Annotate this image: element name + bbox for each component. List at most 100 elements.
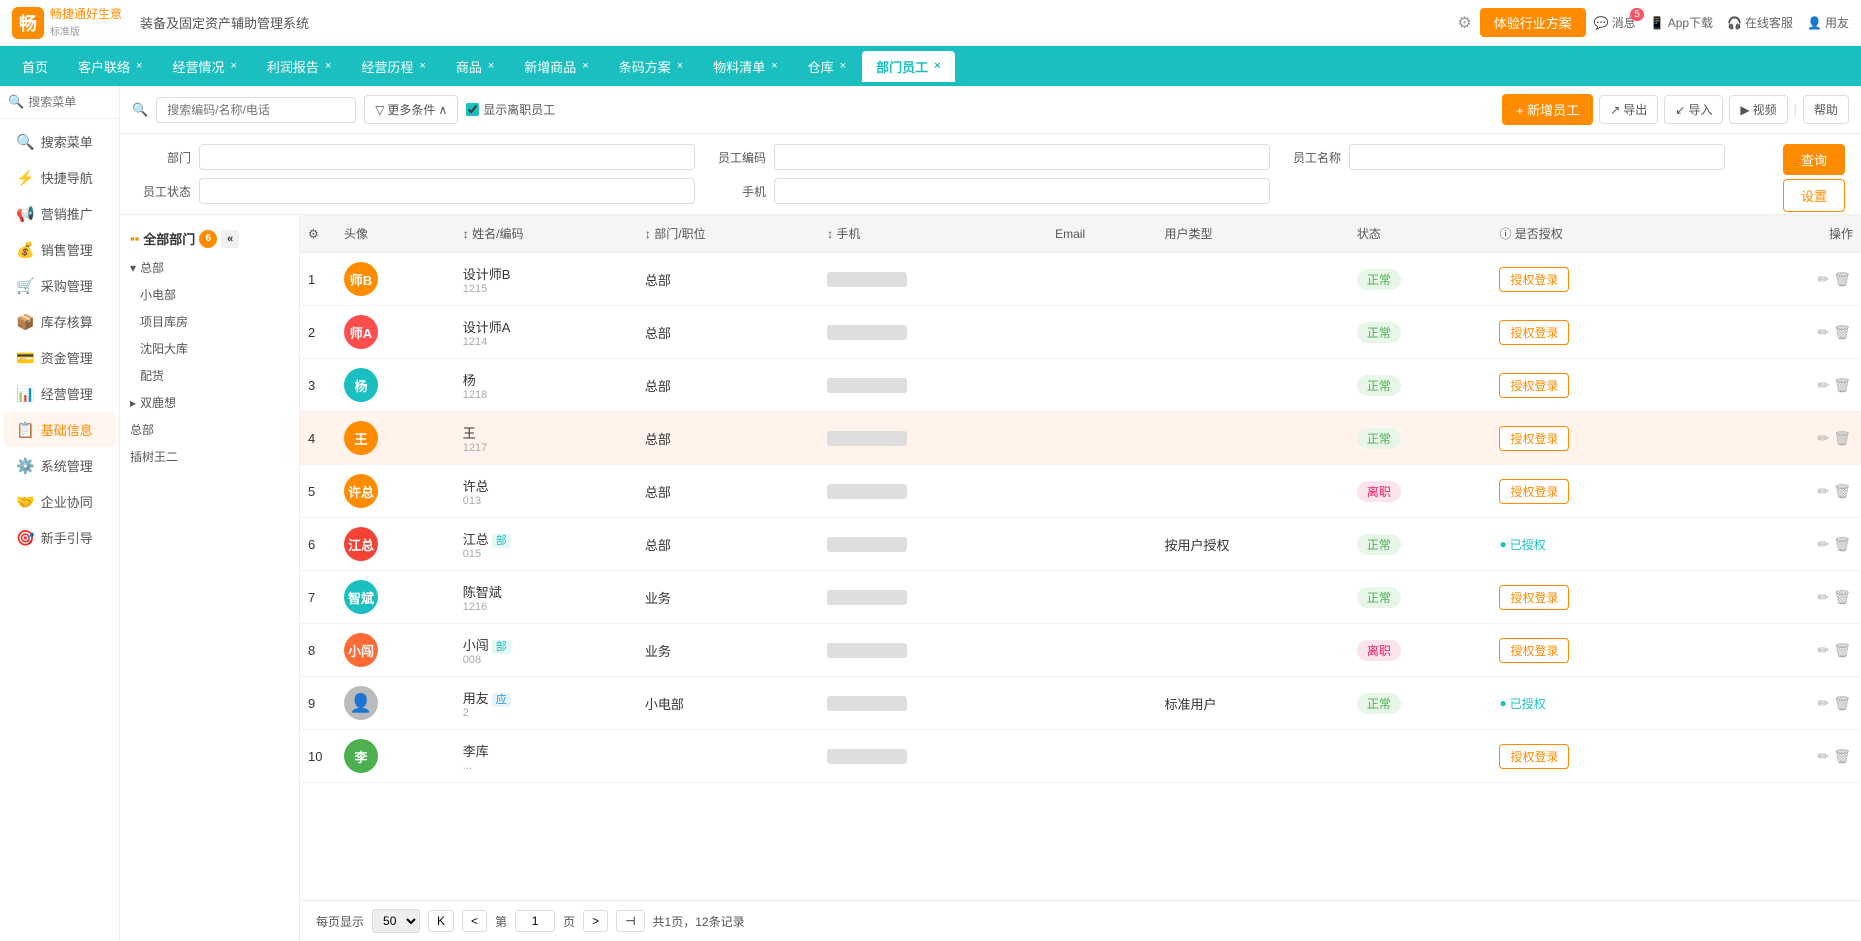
auth-login-button[interactable]: 授权登录 — [1499, 479, 1569, 504]
nav-tab-经营情况[interactable]: 经营情况 × — [158, 51, 250, 82]
edit-icon[interactable]: ✏ — [1817, 324, 1829, 340]
edit-icon[interactable]: ✏ — [1817, 377, 1829, 393]
dept-child-xiaodian[interactable]: 小电部 — [120, 281, 299, 308]
delete-icon[interactable]: 🗑 — [1833, 748, 1851, 764]
app-download-btn[interactable]: 📱 App下载 — [1650, 14, 1713, 31]
nav-tab-部门员工[interactable]: 部门员工 × — [862, 51, 954, 82]
close-tab-icon[interactable]: × — [840, 60, 846, 72]
next-page-btn[interactable]: > — [583, 910, 608, 932]
edit-icon[interactable]: ✏ — [1817, 642, 1829, 658]
close-tab-icon[interactable]: × — [934, 60, 940, 72]
dept-group-zongbu[interactable]: 总部 — [120, 416, 299, 443]
dept-all-btn[interactable]: 6 — [199, 230, 217, 248]
show-resigned-checkbox[interactable]: 显示离职员工 — [466, 101, 555, 118]
nav-tab-仓库[interactable]: 仓库 × — [794, 51, 860, 82]
close-tab-icon[interactable]: × — [582, 60, 588, 72]
auth-login-button[interactable]: 授权登录 — [1499, 267, 1569, 292]
prev-page-btn[interactable]: < — [462, 910, 487, 932]
nav-tab-物料清单[interactable]: 物料清单 × — [699, 51, 791, 82]
nav-tab-新增商品[interactable]: 新增商品 × — [510, 51, 602, 82]
view-button[interactable]: ▶ 视频 — [1729, 95, 1787, 124]
auth-login-button[interactable]: 授权登录 — [1499, 638, 1569, 663]
close-tab-icon[interactable]: × — [230, 60, 236, 72]
sidebar-item-资金管理[interactable]: 💳资金管理 — [4, 340, 115, 375]
dept-group-main[interactable]: ▾ 总部 — [120, 254, 299, 281]
close-tab-icon[interactable]: × — [136, 60, 142, 72]
add-employee-button[interactable]: + 新增员工 — [1502, 94, 1593, 125]
user-btn[interactable]: 👤 用友 — [1807, 14, 1849, 31]
sidebar-item-销售管理[interactable]: 💰销售管理 — [4, 232, 115, 267]
nav-tab-首页[interactable]: 首页 — [8, 51, 62, 82]
delete-icon[interactable]: 🗑 — [1833, 377, 1851, 393]
nav-tab-商品[interactable]: 商品 × — [442, 51, 508, 82]
edit-icon[interactable]: ✏ — [1817, 271, 1829, 287]
search-input[interactable] — [156, 97, 356, 123]
more-conditions-btn[interactable]: ▽ 更多条件 ∧ — [364, 95, 458, 124]
help-button[interactable]: 帮助 — [1803, 95, 1849, 124]
auth-login-button[interactable]: 授权登录 — [1499, 373, 1569, 398]
close-tab-icon[interactable]: × — [771, 60, 777, 72]
edit-icon[interactable]: ✏ — [1817, 430, 1829, 446]
dept-group-chashuwang[interactable]: 插树王二 — [120, 443, 299, 470]
auth-login-button[interactable]: 授权登录 — [1499, 744, 1569, 769]
delete-icon[interactable]: 🗑 — [1833, 324, 1851, 340]
sidebar-item-快捷导航[interactable]: ⚡快捷导航 — [4, 160, 115, 195]
auth-login-button[interactable]: 授权登录 — [1499, 320, 1569, 345]
sidebar-item-企业协同[interactable]: 🤝企业协同 — [4, 484, 115, 519]
trial-button[interactable]: 体验行业方案 — [1480, 8, 1586, 37]
nav-tab-客户联络[interactable]: 客户联络 × — [64, 51, 156, 82]
emp-name-input[interactable] — [1349, 144, 1725, 170]
sidebar-item-采购管理[interactable]: 🛒采购管理 — [4, 268, 115, 303]
sidebar-item-营销推广[interactable]: 📢营销推广 — [4, 196, 115, 231]
col-settings[interactable]: ⚙ — [300, 215, 336, 253]
emp-status-select[interactable] — [199, 178, 695, 204]
edit-icon[interactable]: ✏ — [1817, 695, 1829, 711]
edit-icon[interactable]: ✏ — [1817, 536, 1829, 552]
phone-input[interactable] — [774, 178, 1270, 204]
sidebar-item-搜索菜单[interactable]: 🔍搜索菜单 — [4, 124, 115, 159]
close-tab-icon[interactable]: × — [488, 60, 494, 72]
collapse-btn[interactable]: « — [221, 230, 239, 248]
settings-icon[interactable]: ⚙ — [1457, 13, 1471, 33]
first-page-btn[interactable]: K — [428, 910, 454, 932]
dept-child-shenyang[interactable]: 沈阳大库 — [120, 335, 299, 362]
edit-icon[interactable]: ✏ — [1817, 589, 1829, 605]
edit-icon[interactable]: ✏ — [1817, 483, 1829, 499]
delete-icon[interactable]: 🗑 — [1833, 642, 1851, 658]
message-btn[interactable]: 💬 消息 5 — [1594, 14, 1636, 31]
import-button[interactable]: ↙ 导入 — [1664, 95, 1723, 124]
show-resigned-input[interactable] — [466, 103, 479, 116]
emp-code-input[interactable] — [774, 144, 1270, 170]
nav-tab-条码方案[interactable]: 条码方案 × — [605, 51, 697, 82]
delete-icon[interactable]: 🗑 — [1833, 271, 1851, 287]
edit-icon[interactable]: ✏ — [1817, 748, 1829, 764]
delete-icon[interactable]: 🗑 — [1833, 695, 1851, 711]
nav-tab-利润报告[interactable]: 利润报告 × — [253, 51, 345, 82]
col-name[interactable]: ↕ 姓名/编码 — [455, 215, 637, 253]
page-input[interactable] — [515, 910, 555, 932]
col-phone[interactable]: ↕ 手机 — [819, 215, 1047, 253]
sidebar-search-input[interactable] — [28, 95, 111, 109]
export-button[interactable]: ↗ 导出 — [1599, 95, 1658, 124]
dept-group-shuanglu[interactable]: ▸ 双鹿想 — [120, 389, 299, 416]
delete-icon[interactable]: 🗑 — [1833, 589, 1851, 605]
online-service-btn[interactable]: 🎧 在线客服 — [1727, 14, 1793, 31]
delete-icon[interactable]: 🗑 — [1833, 430, 1851, 446]
delete-icon[interactable]: 🗑 — [1833, 536, 1851, 552]
close-tab-icon[interactable]: × — [677, 60, 683, 72]
auth-login-button[interactable]: 授权登录 — [1499, 585, 1569, 610]
auth-login-button[interactable]: 授权登录 — [1499, 426, 1569, 451]
per-page-select[interactable]: 50 — [372, 909, 420, 933]
nav-tab-经营历程[interactable]: 经营历程 × — [347, 51, 439, 82]
dept-select[interactable] — [199, 144, 695, 170]
sidebar-item-新手引导[interactable]: 🎯新手引导 — [4, 520, 115, 555]
sidebar-item-库存核算[interactable]: 📦库存核算 — [4, 304, 115, 339]
set-button[interactable]: 设置 — [1783, 179, 1845, 212]
dept-child-project[interactable]: 项目库房 — [120, 308, 299, 335]
delete-icon[interactable]: 🗑 — [1833, 483, 1851, 499]
col-dept[interactable]: ↕ 部门/职位 — [637, 215, 819, 253]
dept-child-peihuo[interactable]: 配货 — [120, 362, 299, 389]
last-page-btn[interactable]: ⊣ — [616, 910, 644, 932]
close-tab-icon[interactable]: × — [325, 60, 331, 72]
search-button[interactable]: 查询 — [1783, 144, 1845, 175]
